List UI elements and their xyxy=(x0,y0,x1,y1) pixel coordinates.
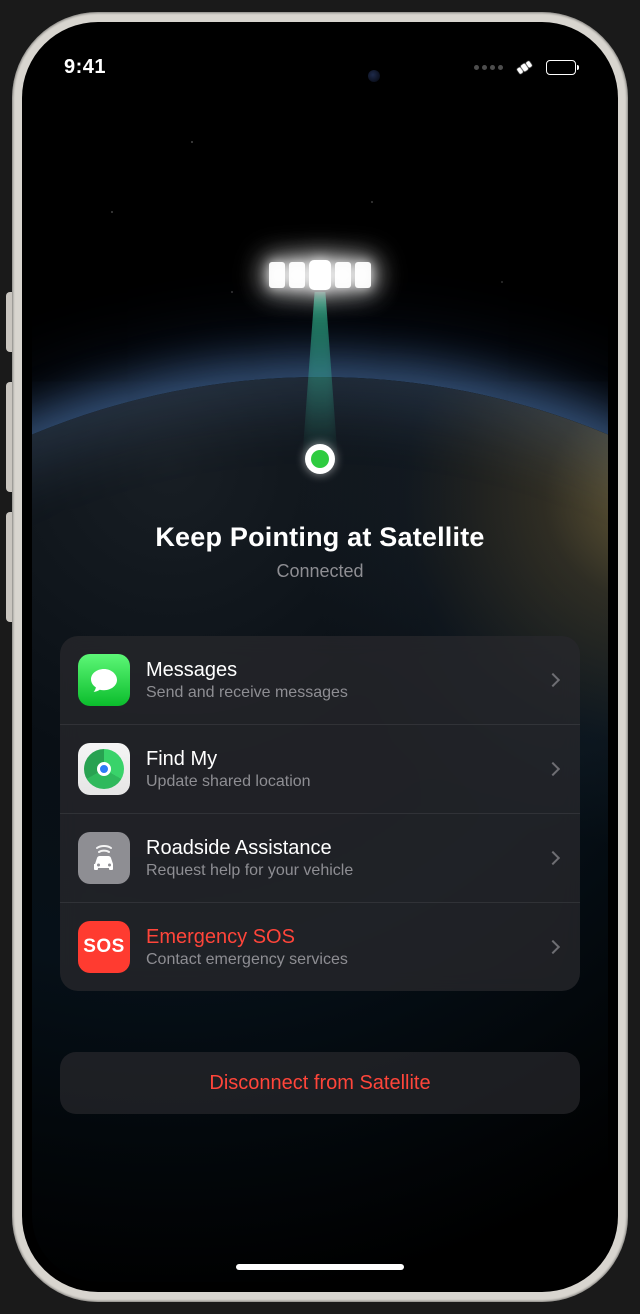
chevron-right-icon xyxy=(546,940,560,954)
device-frame: 9:41 Keep Pointing at Satellite Connecte… xyxy=(12,12,628,1302)
option-subtitle: Send and receive messages xyxy=(146,684,532,702)
messages-icon xyxy=(78,654,130,706)
option-subtitle: Request help for your vehicle xyxy=(146,862,532,880)
options-card: Messages Send and receive messages Find … xyxy=(60,636,580,991)
home-indicator[interactable] xyxy=(236,1264,404,1270)
find-my-icon xyxy=(78,743,130,795)
option-title: Find My xyxy=(146,748,532,771)
chevron-right-icon xyxy=(546,762,560,776)
disconnect-button[interactable]: Disconnect from Satellite xyxy=(60,1052,580,1114)
option-title: Messages xyxy=(146,659,532,682)
roadside-icon xyxy=(78,832,130,884)
option-messages[interactable]: Messages Send and receive messages xyxy=(60,636,580,725)
status-time: 9:41 xyxy=(64,56,106,79)
option-subtitle: Contact emergency services xyxy=(146,951,532,969)
cellular-dots-icon xyxy=(474,65,503,70)
dynamic-island xyxy=(246,56,394,96)
option-find-my[interactable]: Find My Update shared location xyxy=(60,725,580,814)
option-title: Roadside Assistance xyxy=(146,837,532,860)
connection-status: Connected xyxy=(32,561,608,582)
battery-icon xyxy=(546,60,576,75)
chevron-right-icon xyxy=(546,851,560,865)
satellite-icon xyxy=(269,260,371,290)
option-subtitle: Update shared location xyxy=(146,773,532,791)
page-title: Keep Pointing at Satellite xyxy=(32,522,608,553)
chevron-right-icon xyxy=(546,673,560,687)
location-marker xyxy=(305,444,335,474)
option-title: Emergency SOS xyxy=(146,926,532,949)
heading-area: Keep Pointing at Satellite Connected xyxy=(32,522,608,582)
screen: 9:41 Keep Pointing at Satellite Connecte… xyxy=(32,32,608,1282)
disconnect-label: Disconnect from Satellite xyxy=(209,1072,430,1095)
option-roadside-assistance[interactable]: Roadside Assistance Request help for you… xyxy=(60,814,580,903)
sos-icon: SOS xyxy=(78,921,130,973)
option-emergency-sos[interactable]: SOS Emergency SOS Contact emergency serv… xyxy=(60,903,580,991)
satellite-status-icon xyxy=(516,60,532,74)
